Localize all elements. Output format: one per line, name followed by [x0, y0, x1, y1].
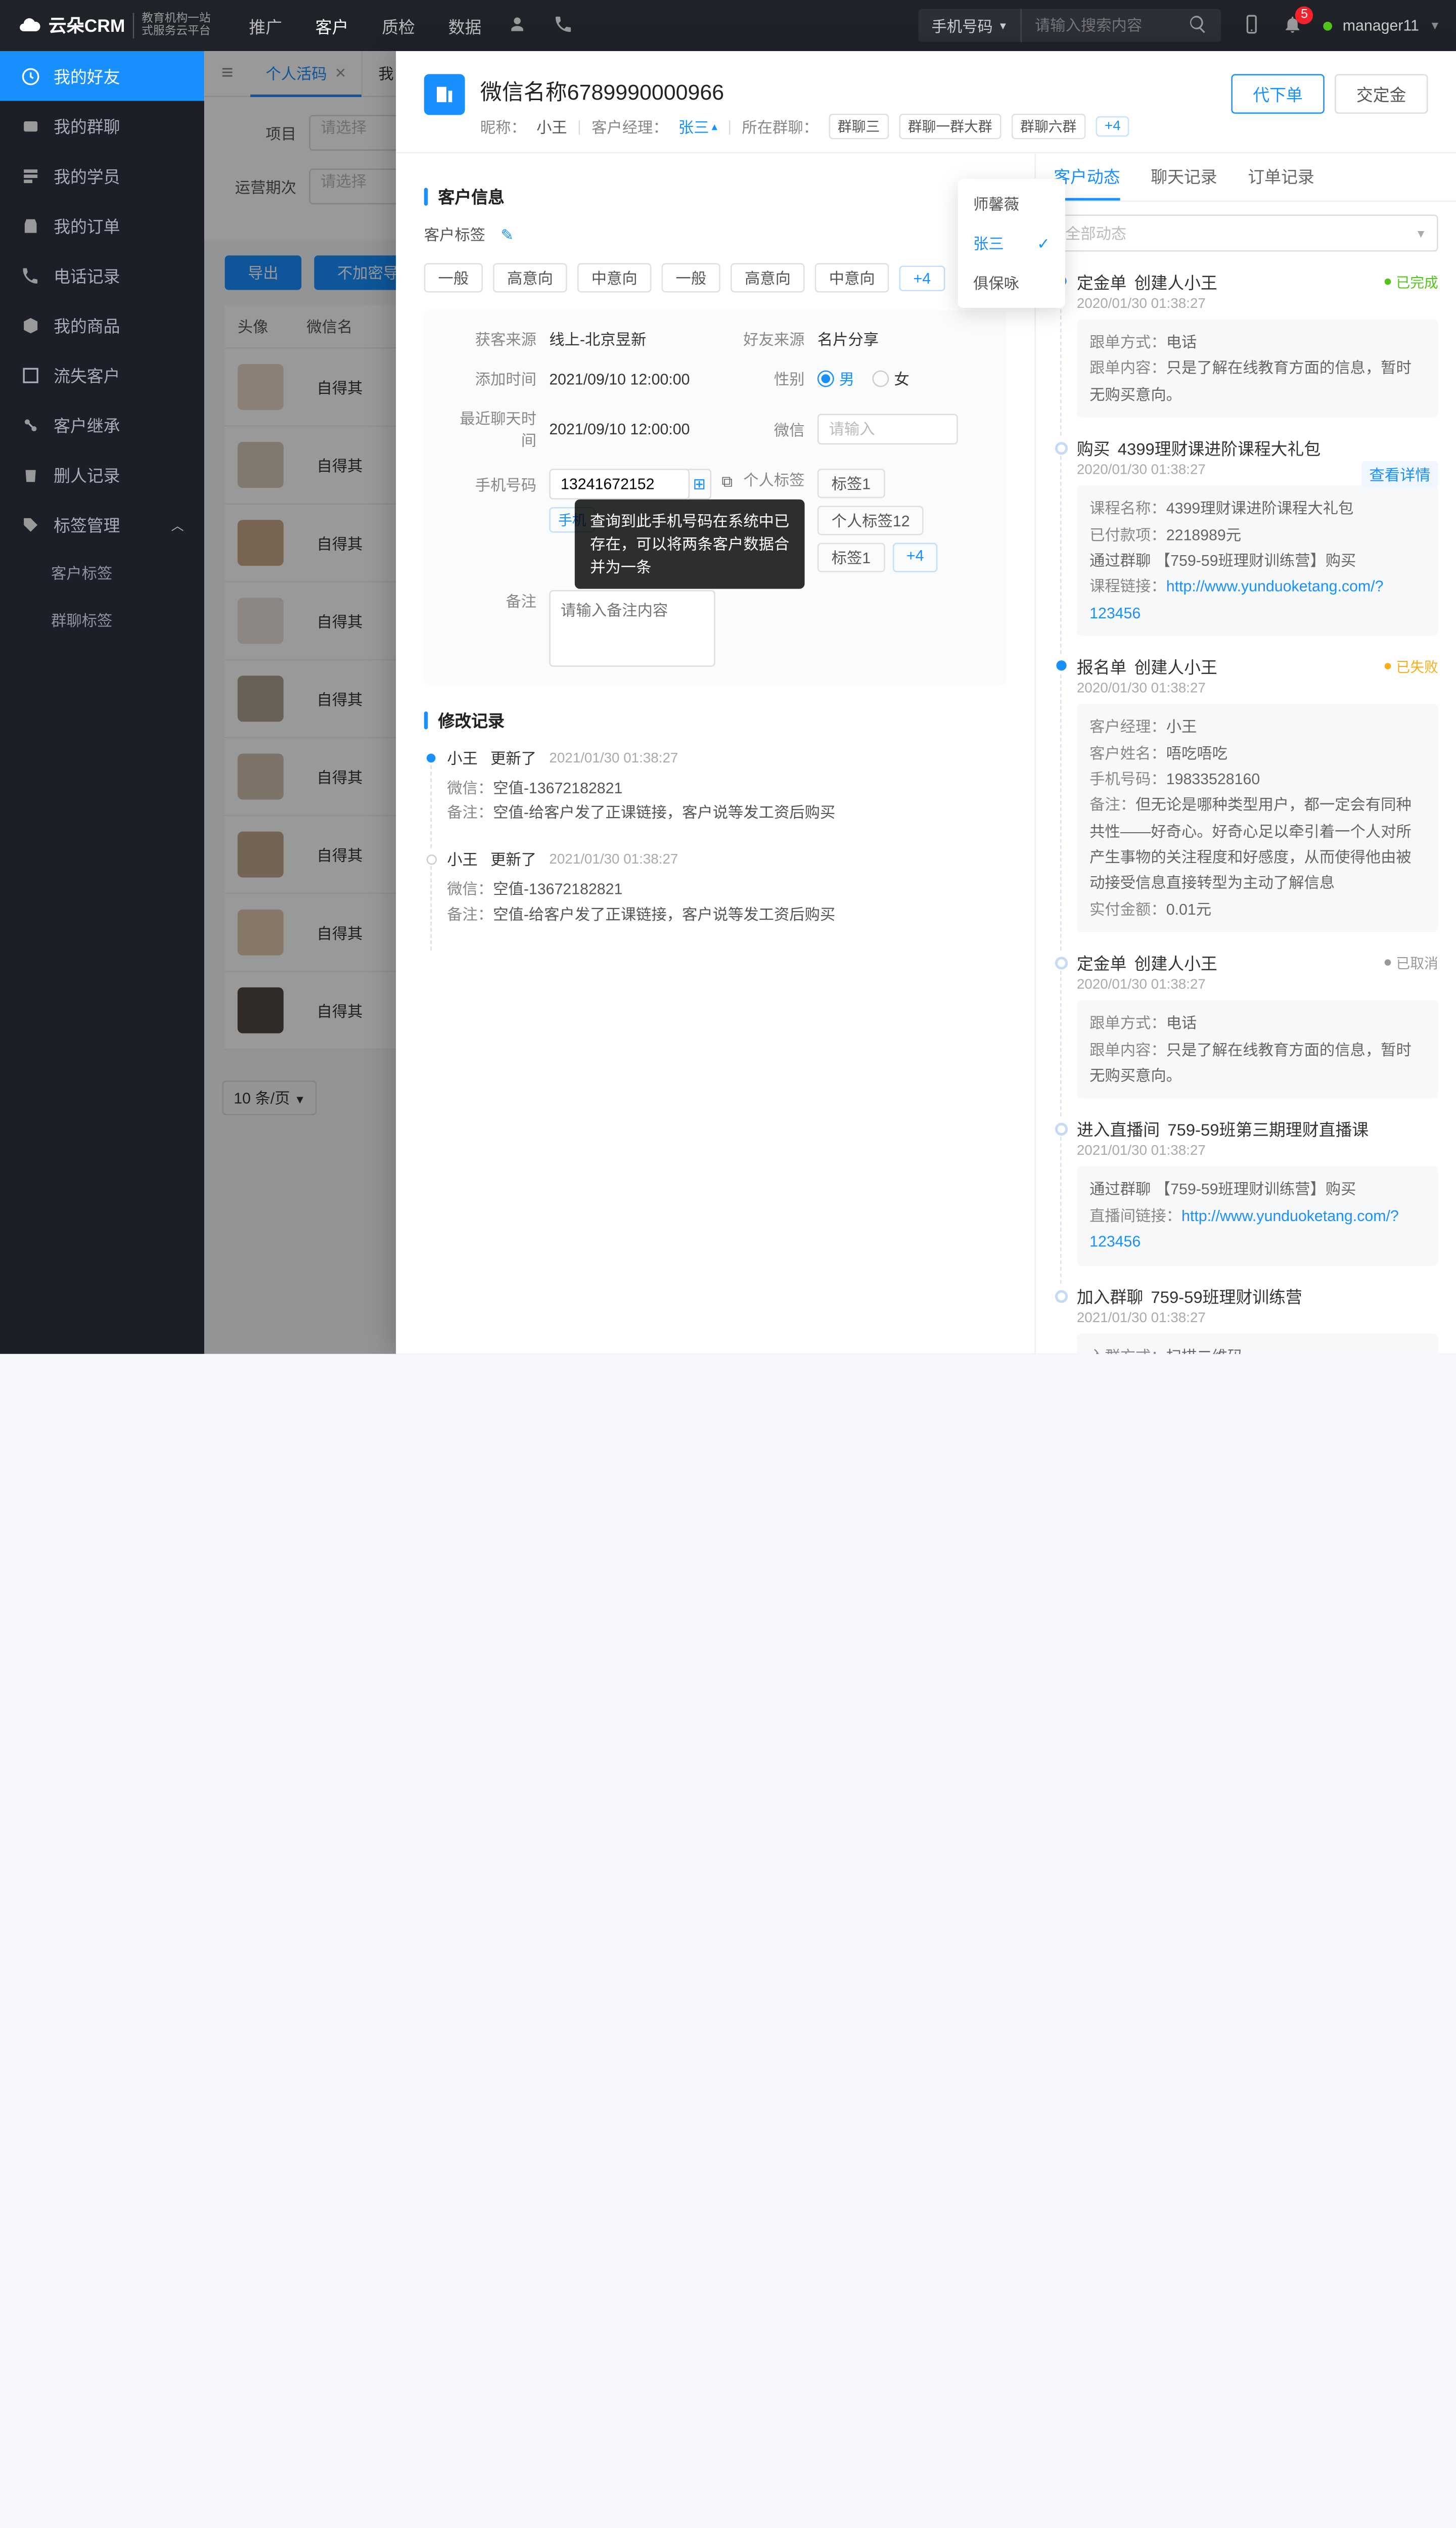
sidebar-item-tagmgmt[interactable]: 标签管理︿	[0, 500, 204, 550]
wechat-input[interactable]	[817, 414, 958, 445]
chevron-up-icon: ▴	[712, 119, 717, 133]
nav-promotion[interactable]: 推广	[249, 14, 282, 38]
remark-textarea[interactable]	[549, 590, 715, 667]
bell-icon[interactable]: 5	[1283, 14, 1303, 38]
sidebar-item-inherit[interactable]: 客户继承	[0, 400, 204, 450]
sidebar-item-orders[interactable]: 我的订单	[0, 201, 204, 251]
rtab-chat[interactable]: 聊天记录	[1151, 163, 1217, 200]
section-modlog: 修改记录	[424, 708, 1007, 732]
nav-qc[interactable]: 质检	[382, 14, 415, 38]
tag-chip: 一般	[662, 263, 720, 292]
phone-tooltip: 查询到此手机号码在系统中已存在，可以将两条客户数据合并为一条	[575, 500, 805, 589]
sidebar: 我的好友 我的群聊 我的学员 我的订单 电话记录 我的商品 流失客户 客户继承 …	[0, 51, 204, 1354]
tag-more[interactable]: +4	[899, 265, 945, 291]
sidebar-item-students[interactable]: 我的学员	[0, 151, 204, 201]
mobile-icon[interactable]	[1242, 14, 1262, 38]
search-input[interactable]	[1022, 17, 1175, 34]
sidebar-item-groups[interactable]: 我的群聊	[0, 101, 204, 151]
user-icon[interactable]	[507, 14, 527, 38]
dd-option-selected[interactable]: 张三✓	[958, 223, 1065, 263]
dd-option[interactable]: 师馨薇	[958, 184, 1065, 223]
section-customer-info: 客户信息	[424, 184, 1007, 208]
online-dot	[1324, 21, 1333, 30]
customer-title: 微信名称6789990000966	[480, 74, 1216, 106]
tags-label: 客户标签	[424, 223, 485, 245]
customer-detail-panel: 微信名称6789990000966 昵称：小王 | 客户经理： 张三 ▴ | 所…	[396, 51, 1456, 1354]
feed-item: 查看详情购买4399理财课进阶课程大礼包2020/01/30 01:38:27课…	[1054, 436, 1438, 637]
feed-item: 加入群聊759-59班理财训练营2021/01/30 01:38:27入群方式：…	[1054, 1283, 1438, 1354]
rtab-orders[interactable]: 订单记录	[1248, 163, 1314, 200]
chevron-down-icon: ▼	[1415, 227, 1427, 239]
proxy-order-button[interactable]: 代下单	[1231, 74, 1324, 114]
sidebar-sub-group-tags[interactable]: 群聊标签	[0, 597, 204, 644]
feed-item: 定金单创建人小王已取消2020/01/30 01:38:27跟单方式：电话跟单内…	[1054, 951, 1438, 1099]
group-chip[interactable]: 群聊六群	[1011, 114, 1085, 140]
group-more[interactable]: +4	[1096, 116, 1129, 137]
feed-item: 定金单创建人小王已完成2020/01/30 01:38:27跟单方式：电话跟单内…	[1054, 269, 1438, 418]
ptags-more[interactable]: +4	[892, 543, 938, 572]
topbar: 云朵CRM 教育机构一站式服务云平台 推广 客户 质检 数据 手机号码▼ 5	[0, 0, 1456, 51]
nav-customer[interactable]: 客户	[315, 14, 349, 38]
modlog-item: 小王更新了2021/01/30 01:38:27微信：空值-1367218282…	[424, 848, 1007, 927]
feed-item: 报名单创建人小王已失败2020/01/30 01:38:27客户经理：小王客户姓…	[1054, 654, 1438, 933]
edit-icon[interactable]: ✎	[500, 225, 513, 243]
tag-chip: 高意向	[731, 263, 805, 292]
phone-icon[interactable]	[553, 14, 573, 38]
sidebar-item-friends[interactable]: 我的好友	[0, 51, 204, 101]
gender-male-radio[interactable]: 男	[817, 368, 854, 390]
search-icon[interactable]	[1175, 14, 1221, 38]
notification-badge: 5	[1295, 6, 1313, 23]
sidebar-item-products[interactable]: 我的商品	[0, 300, 204, 350]
copy-icon[interactable]: ⧉	[721, 473, 744, 495]
manager-dropdown[interactable]: 张三 ▴	[678, 116, 717, 138]
sidebar-item-deletelog[interactable]: 删人记录	[0, 449, 204, 500]
check-icon: ✓	[1037, 235, 1050, 252]
nav-data[interactable]: 数据	[448, 14, 482, 38]
tag-chip: 中意向	[577, 263, 652, 292]
customer-icon	[424, 74, 465, 115]
view-detail-link[interactable]: 查看详情	[1361, 461, 1438, 488]
sidebar-item-calls[interactable]: 电话记录	[0, 250, 204, 300]
modlog-item: 小王更新了2021/01/30 01:38:27微信：空值-1367218282…	[424, 747, 1007, 826]
gender-female-radio[interactable]: 女	[873, 368, 909, 390]
phone-input[interactable]	[549, 469, 690, 500]
sidebar-sub-customer-tags[interactable]: 客户标签	[0, 549, 204, 596]
top-nav: 推广 客户 质检 数据	[249, 14, 481, 38]
dd-option[interactable]: 俱保咏	[958, 263, 1065, 302]
feed-item: 进入直播间759-59班第三期理财直播课2021/01/30 01:38:27通…	[1054, 1117, 1438, 1265]
deposit-button[interactable]: 交定金	[1335, 74, 1428, 114]
search-box: 手机号码▼	[919, 9, 1221, 42]
group-chip[interactable]: 群聊一群大群	[899, 114, 1001, 140]
chevron-up-icon: ︿	[171, 515, 184, 534]
tag-chip: 中意向	[815, 263, 889, 292]
tag-chip: 一般	[424, 263, 483, 292]
manager-dropdown-menu: 师馨薇 张三✓ 俱保咏	[958, 179, 1065, 308]
tag-chip: 高意向	[493, 263, 567, 292]
activity-filter-select[interactable]: 全部动态▼	[1054, 214, 1438, 251]
sidebar-item-lost[interactable]: 流失客户	[0, 350, 204, 400]
phone-lookup-icon[interactable]: ⊞	[689, 469, 711, 500]
search-type-select[interactable]: 手机号码▼	[919, 9, 1022, 42]
user-menu[interactable]: manager11 ▼	[1324, 17, 1441, 34]
group-chip[interactable]: 群聊三	[829, 114, 889, 140]
logo: 云朵CRM 教育机构一站式服务云平台	[15, 13, 210, 38]
